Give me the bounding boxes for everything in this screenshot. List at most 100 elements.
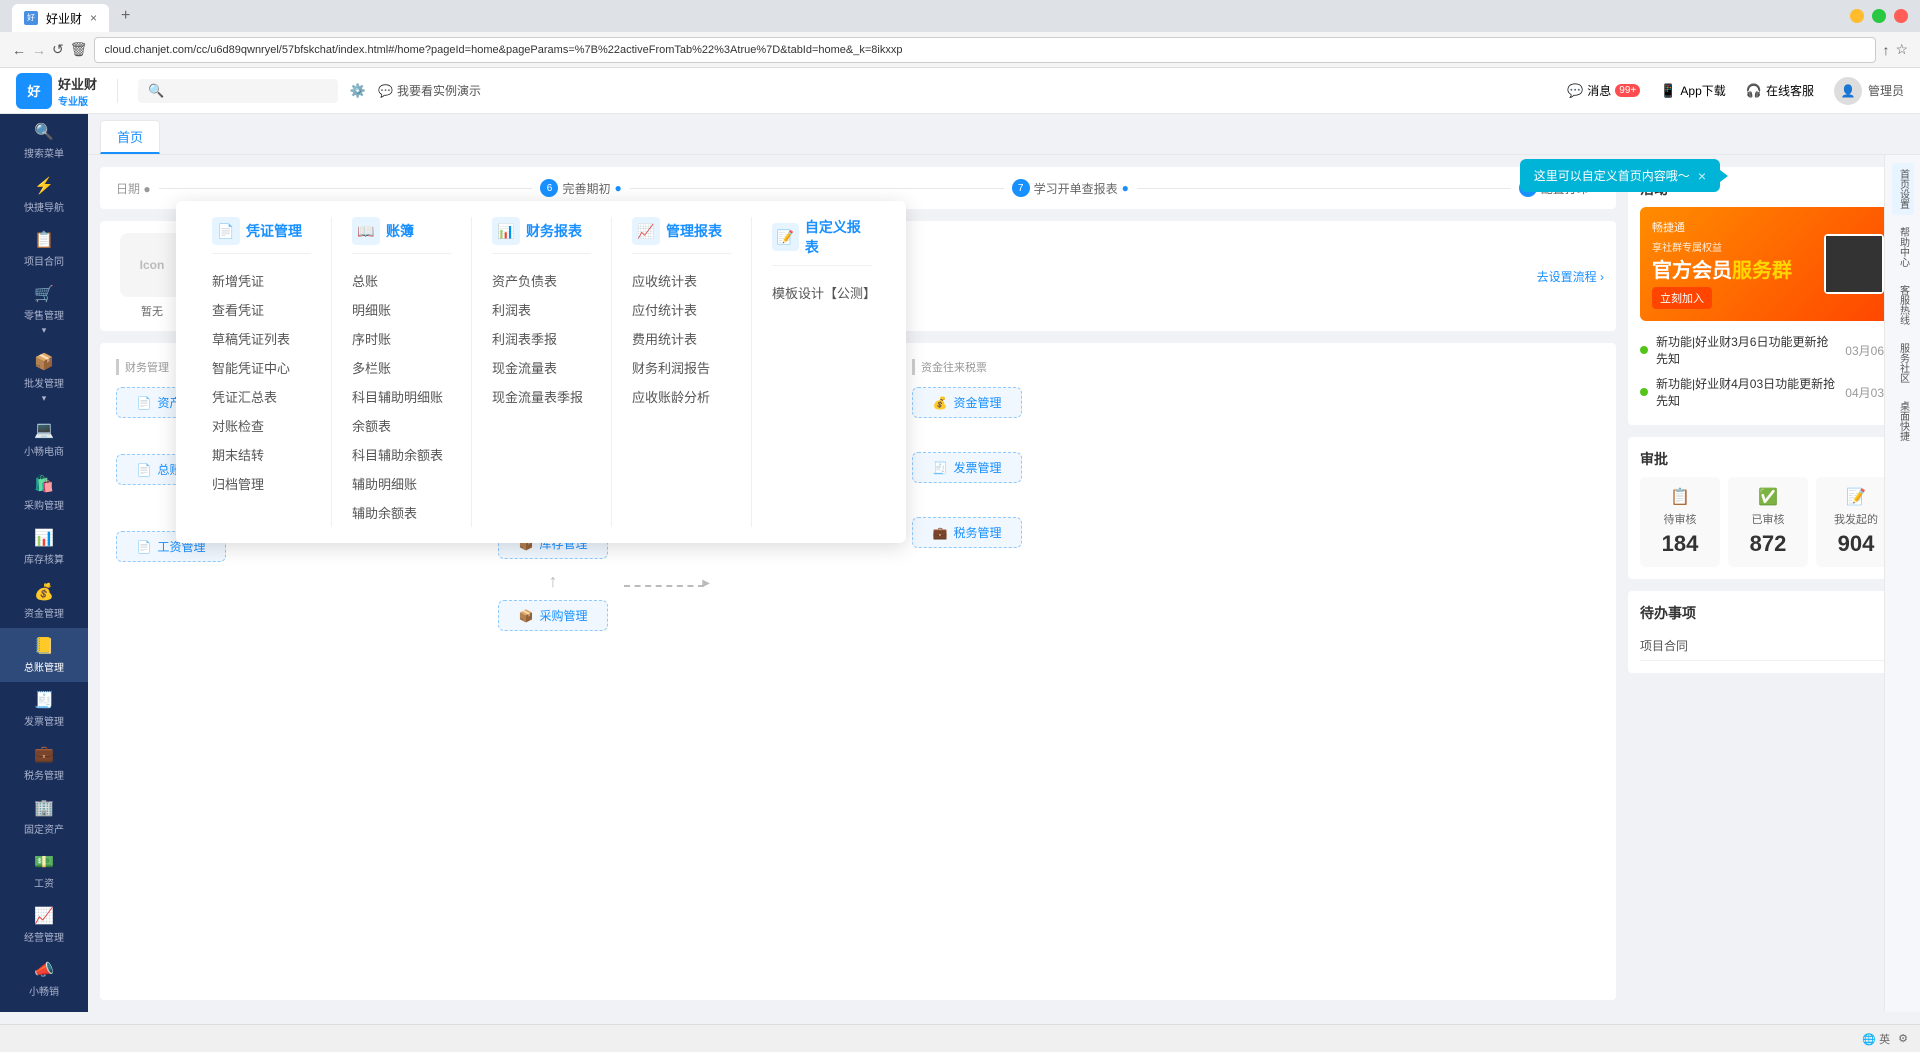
menu-payable-stat[interactable]: 应付统计表 [632, 295, 731, 324]
forward-button[interactable]: → [32, 42, 46, 58]
purchase-icon: 🛍️ [34, 474, 54, 494]
menu-subject-balance[interactable]: 科目辅助余额表 [352, 440, 451, 469]
tab-home[interactable]: 首页 [100, 120, 160, 154]
sidebar-item-purchase[interactable]: 🛍️ 采购管理 [0, 466, 88, 520]
menu-reconcile[interactable]: 对账检查 [212, 411, 311, 440]
menu-financial-profit[interactable]: 财务利润报告 [632, 353, 731, 382]
approval-card: 审批 📋 待审核 184 ✅ 已审核 872 [1628, 437, 1908, 579]
menu-receivable-stat[interactable]: 应收统计表 [632, 266, 731, 295]
menu-expense-stat[interactable]: 费用统计表 [632, 324, 731, 353]
approval-pending[interactable]: 📋 待审核 184 [1640, 477, 1720, 567]
menu-section-financial-report: 📊 财务报表 资产负债表 利润表 利润表季报 现金流量表 现金流量表季报 [472, 217, 612, 527]
menu-detail-ledger[interactable]: 明细账 [352, 295, 451, 324]
settings-icon[interactable]: ⚙️ [350, 83, 366, 99]
bookmark-button[interactable]: ↑ [1882, 42, 1889, 58]
menu-balance-sheet-item[interactable]: 余额表 [352, 411, 451, 440]
menu-voucher-summary[interactable]: 凭证汇总表 [212, 382, 311, 411]
quick-nav-icon: ⚡ [34, 176, 54, 196]
todo-item-1[interactable]: 项目合同 [1640, 631, 1896, 661]
menu-sequence-ledger[interactable]: 序时账 [352, 324, 451, 353]
sidebar-item-retail[interactable]: 🛒 零售管理 ▾ [0, 276, 88, 344]
online-service-button[interactable]: 🎧 在线客服 [1746, 82, 1814, 99]
homepage-settings-button[interactable]: 首页设置 [1892, 163, 1914, 215]
menu-multi-column[interactable]: 多栏账 [352, 353, 451, 382]
sidebar-item-general-ledger[interactable]: 📒 总账管理 [0, 628, 88, 682]
window-close-button[interactable] [1894, 9, 1908, 23]
sidebar-item-search[interactable]: 🔍 搜索菜单 [0, 114, 88, 168]
back-button[interactable]: ← [12, 42, 26, 58]
flow-purchase[interactable]: 📦 采购管理 [498, 600, 608, 631]
fixed-assets-icon: 🏢 [34, 798, 54, 818]
desktop-shortcut-button[interactable]: 桌面快捷 [1892, 395, 1914, 447]
activity-list: 新功能|好业财3月6日功能更新抢先知 03月06日 新功能|好业财4月03日功能… [1640, 329, 1896, 413]
right-quick-sidebar: 首页设置 帮助中心 客服热线 服务社区 桌面快捷 [1884, 155, 1920, 1012]
invoice-mgmt-icon: 🧾 [933, 461, 948, 475]
menu-aux-detail[interactable]: 辅助明细账 [352, 469, 451, 498]
header-search-box[interactable]: 🔍 [138, 79, 338, 103]
user-avatar[interactable]: 👤 管理员 [1834, 77, 1904, 105]
approval-done[interactable]: ✅ 已审核 872 [1728, 477, 1808, 567]
demo-link[interactable]: 💬 我要看实例演示 [378, 82, 481, 99]
address-bar[interactable]: cloud.chanjet.com/cc/u6d89qwnryel/57bfsk… [94, 37, 1877, 63]
delete-button[interactable]: 🗑 [70, 41, 88, 58]
sidebar-item-invoice[interactable]: 🧾 发票管理 [0, 682, 88, 736]
menu-cashflow[interactable]: 现金流量表 [492, 353, 591, 382]
salary-icon: 💵 [34, 852, 54, 872]
setup-flow-link[interactable]: 去设置流程 › [1537, 268, 1604, 285]
status-bar: 🌐 英 ⚙ [0, 1024, 1920, 1052]
app-download-button[interactable]: 📱 App下载 [1660, 82, 1726, 99]
activity-item-1[interactable]: 新功能|好业财3月6日功能更新抢先知 03月06日 [1640, 329, 1896, 371]
tab-close-icon[interactable]: × [90, 11, 97, 25]
sidebar-item-inventory[interactable]: 📊 库存核算 [0, 520, 88, 574]
help-center-button[interactable]: 帮助中心 [1892, 221, 1914, 273]
sidebar-item-operations[interactable]: 📈 经营管理 [0, 898, 88, 952]
star-button[interactable]: ☆ [1895, 41, 1908, 58]
menu-new-voucher[interactable]: 新增凭证 [212, 266, 311, 295]
menu-period-close[interactable]: 期末结转 [212, 440, 311, 469]
approval-row: 📋 待审核 184 ✅ 已审核 872 📝 我发起的 [1640, 477, 1896, 567]
menu-receivable-aging[interactable]: 应收账龄分析 [632, 382, 731, 411]
window-maximize-button[interactable] [1872, 9, 1886, 23]
menu-view-voucher[interactable]: 查看凭证 [212, 295, 311, 324]
sidebar-item-capital[interactable]: 💰 资金管理 [0, 574, 88, 628]
sidebar-item-salary[interactable]: 💵 工资 [0, 844, 88, 898]
menu-general-ledger[interactable]: 总账 [352, 266, 451, 295]
menu-archive[interactable]: 归档管理 [212, 469, 311, 498]
tooltip-close-button[interactable]: × [1698, 168, 1706, 184]
flow-invoice-mgmt[interactable]: 🧾 发票管理 [912, 452, 1022, 483]
sidebar-item-basic-info[interactable]: ℹ️ 基础信息 [0, 1006, 88, 1012]
menu-income-stmt[interactable]: 利润表 [492, 295, 591, 324]
menu-income-quarterly[interactable]: 利润表季报 [492, 324, 591, 353]
service-icon: 🎧 [1746, 83, 1762, 99]
menu-draft-voucher[interactable]: 草稿凭证列表 [212, 324, 311, 353]
sidebar-item-project-contract[interactable]: 📋 项目合同 [0, 222, 88, 276]
new-tab-button[interactable]: + [115, 7, 136, 25]
refresh-button[interactable]: ↺ [52, 41, 64, 58]
ecommerce-icon: 💻 [34, 420, 54, 440]
sidebar-item-wholesale[interactable]: 📦 批发管理 ▾ [0, 344, 88, 412]
flow-tax-mgmt[interactable]: 💼 税务管理 [912, 517, 1022, 548]
window-minimize-button[interactable] [1850, 9, 1864, 23]
sidebar-item-tax[interactable]: 💼 税务管理 [0, 736, 88, 790]
menu-smart-voucher[interactable]: 智能凭证中心 [212, 353, 311, 382]
menu-section-mgmt-report: 📈 管理报表 应收统计表 应付统计表 费用统计表 财务利润报告 应收账龄分析 [612, 217, 752, 527]
menu-template-design[interactable]: 模板设计【公测】 [772, 278, 872, 307]
voucher-section-icon: 📄 [212, 217, 240, 245]
message-button[interactable]: 💬 消息 99+ [1567, 82, 1640, 99]
tax-icon: 💼 [34, 744, 54, 764]
service-community-button[interactable]: 服务社区 [1892, 337, 1914, 389]
menu-subject-detail[interactable]: 科目辅助明细账 [352, 382, 451, 411]
activity-item-2[interactable]: 新功能|好业财4月03日功能更新抢先知 04月03日 [1640, 371, 1896, 413]
menu-aux-balance[interactable]: 辅助余额表 [352, 498, 451, 527]
activity-banner[interactable]: 畅捷通 享社群专属权益 官方会员服务群 立刻加入 [1640, 207, 1896, 321]
browser-tab[interactable]: 好 好业财 × [12, 4, 109, 32]
flow-capital-mgmt[interactable]: 💰 资金管理 [912, 387, 1022, 418]
sidebar-item-ecommerce[interactable]: 💻 小畅电商 [0, 412, 88, 466]
menu-balance-sheet[interactable]: 资产负债表 [492, 266, 591, 295]
customer-service-button[interactable]: 客服热线 [1892, 279, 1914, 331]
menu-cashflow-quarterly[interactable]: 现金流量表季报 [492, 382, 591, 411]
join-banner-button[interactable]: 立刻加入 [1652, 287, 1712, 309]
sidebar-item-sales[interactable]: 📣 小畅销 [0, 952, 88, 1006]
sidebar-item-fixed-assets[interactable]: 🏢 固定资产 [0, 790, 88, 844]
sidebar-item-quick-nav[interactable]: ⚡ 快捷导航 [0, 168, 88, 222]
